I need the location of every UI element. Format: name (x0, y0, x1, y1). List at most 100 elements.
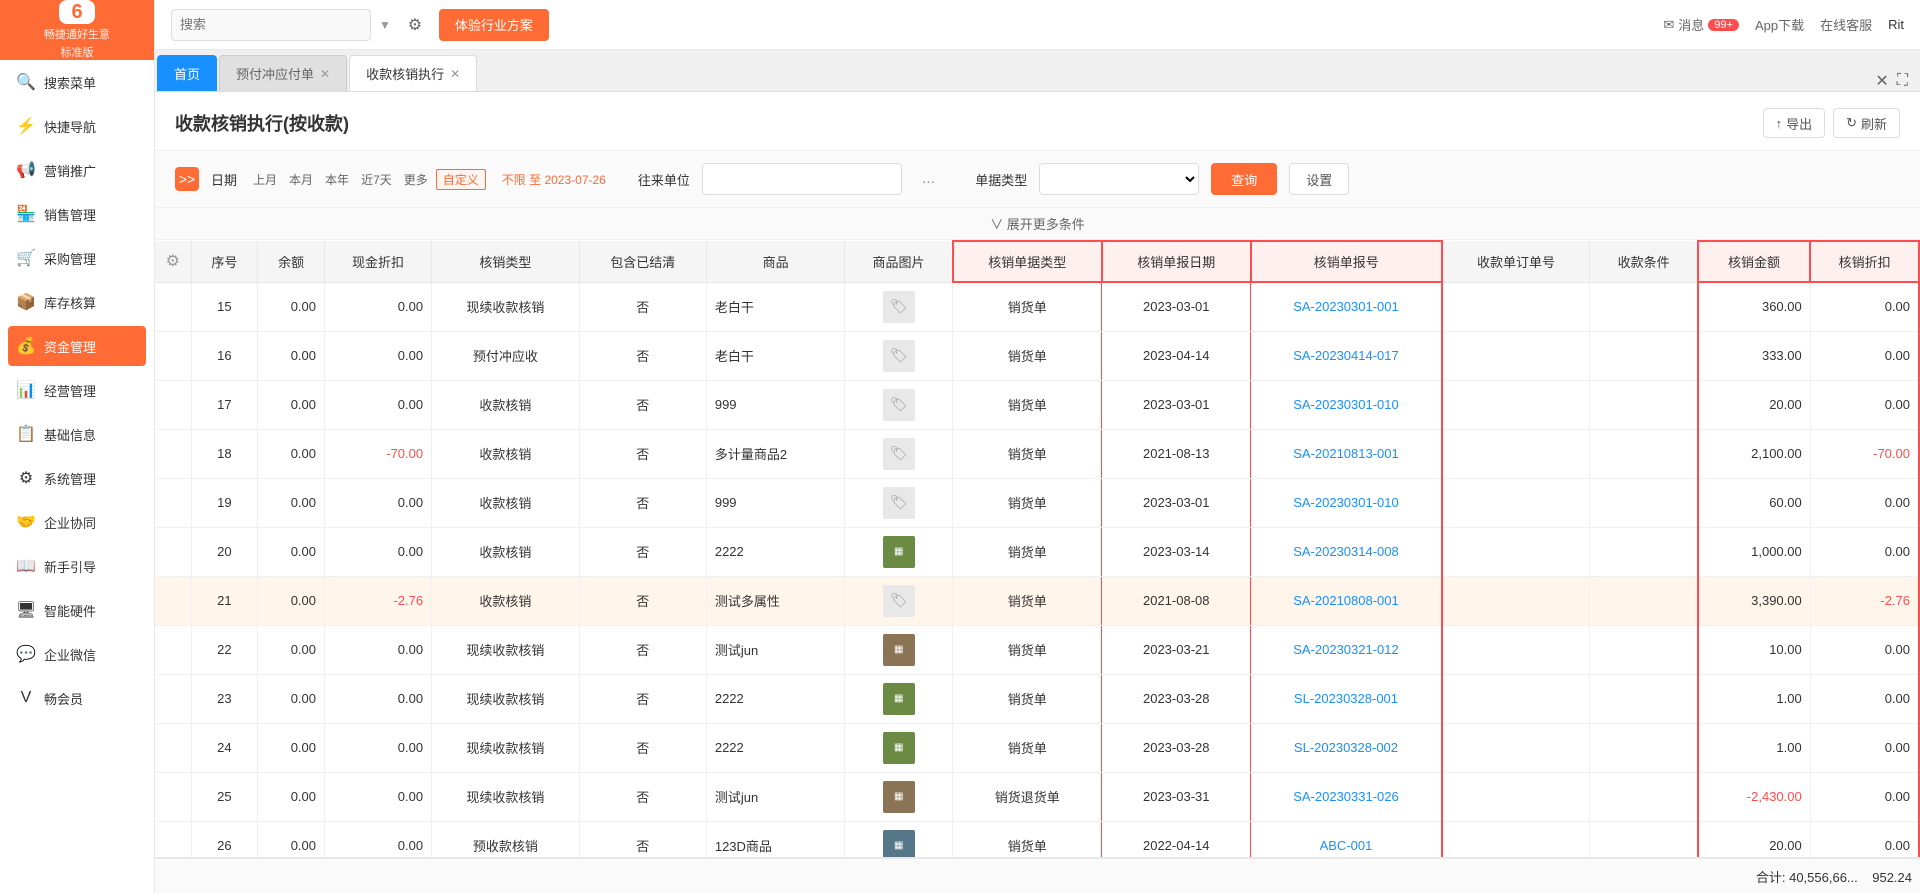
refresh-icon: ↻ (1846, 115, 1857, 131)
tab-collect-close[interactable]: ✕ (450, 67, 460, 81)
tab-close-all-btn[interactable]: ✕ (1875, 71, 1888, 91)
sidebar-item-marketing[interactable]: 📢 营销推广 (0, 148, 154, 192)
row-cash-discount: 0.00 (325, 674, 432, 723)
row-cancel-bill-no[interactable]: SL-20230328-002 (1251, 723, 1442, 772)
row-cancel-bill-no[interactable]: SA-20210808-001 (1251, 576, 1442, 625)
tab-collect[interactable]: 收款核销执行 ✕ (349, 55, 477, 91)
tab-prepay-close[interactable]: ✕ (320, 67, 330, 81)
app-download-btn[interactable]: App下载 (1755, 15, 1804, 34)
filter-date-this-year[interactable]: 本年 (321, 169, 353, 190)
tab-home[interactable]: 首页 (157, 55, 217, 91)
cancel-bill-no-link[interactable]: ABC-001 (1320, 838, 1373, 853)
export-btn[interactable]: ↑ 导出 (1763, 108, 1826, 138)
col-settings-header[interactable]: ⚙ (155, 241, 191, 282)
filter-date-range-display: 不限 至 2023-07-26 (498, 171, 606, 188)
expand-conditions-btn[interactable]: ∨ 展开更多条件 (990, 214, 1085, 233)
sidebar-item-wechat[interactable]: 💬 企业微信 (0, 632, 154, 676)
row-balance: 0.00 (258, 527, 325, 576)
filter-from-unit-input[interactable] (702, 163, 902, 195)
topbar-search-input[interactable] (171, 9, 371, 41)
table-container[interactable]: ⚙ 序号 余额 现金折扣 核销类型 包含已结清 商品 商品图片 核销单据类型 核… (155, 240, 1920, 857)
sidebar-item-quicknav[interactable]: ⚡ 快捷导航 (0, 104, 154, 148)
goods-img-placeholder: 🏷 (883, 291, 915, 323)
row-cancel-bill-no[interactable]: SA-20210813-001 (1251, 429, 1442, 478)
goods-img: ▦ (883, 536, 915, 568)
row-cancel-bill-no[interactable]: SA-20230301-010 (1251, 478, 1442, 527)
sidebar-item-hardware[interactable]: 🖥 智能硬件 (0, 588, 154, 632)
filter-receipt-type-select[interactable] (1039, 163, 1199, 195)
row-seq: 25 (191, 772, 258, 821)
row-cancel-bill-type: 销货单 (953, 380, 1102, 429)
row-cancel-bill-type: 销货单 (953, 429, 1102, 478)
row-goods-img: ▦ (845, 527, 953, 576)
filter-date-last-month[interactable]: 上月 (249, 169, 281, 190)
cancel-bill-no-link[interactable]: SA-20230414-017 (1293, 348, 1399, 363)
sidebar-item-enterprise[interactable]: 🤝 企业协同 (0, 500, 154, 544)
cancel-bill-no-link[interactable]: SA-20230301-010 (1293, 495, 1399, 510)
cancel-bill-no-link[interactable]: SA-20230331-026 (1293, 789, 1399, 804)
cancel-bill-no-link[interactable]: SA-20210813-001 (1293, 446, 1399, 461)
sidebar-item-system[interactable]: ⚙ 系统管理 (0, 456, 154, 500)
footer-total-amount: 合计: 40,556,66... (1756, 870, 1862, 885)
table-row: 17 0.00 0.00 收款核销 否 999 🏷 销货单 2023-03-01… (155, 380, 1919, 429)
row-cancel-bill-no[interactable]: SA-20230321-012 (1251, 625, 1442, 674)
row-cash-discount: 0.00 (325, 380, 432, 429)
query-btn[interactable]: 查询 (1211, 163, 1277, 195)
sidebar-label-marketing: 营销推广 (44, 161, 96, 180)
row-receipt-cond (1590, 674, 1698, 723)
row-cancel-bill-no[interactable]: SA-20230301-001 (1251, 282, 1442, 331)
cancel-bill-no-link[interactable]: SA-20210808-001 (1293, 593, 1399, 608)
tabs-bar: 首页 预付冲应付单 ✕ 收款核销执行 ✕ ✕ ⛶ (155, 50, 1920, 92)
filter-date-custom[interactable]: 自定义 (436, 169, 486, 190)
sidebar-item-guide[interactable]: 📖 新手引导 (0, 544, 154, 588)
cancel-bill-no-link[interactable]: SA-20230321-012 (1293, 642, 1399, 657)
sidebar-item-member[interactable]: V 畅会员 (0, 676, 154, 720)
row-cancel-bill-no[interactable]: ABC-001 (1251, 821, 1442, 857)
sidebar-item-basic[interactable]: 📋 基础信息 (0, 412, 154, 456)
sidebar-item-finance[interactable]: 💰 资金管理 (8, 326, 146, 366)
sidebar-item-operation[interactable]: 📊 经营管理 (0, 368, 154, 412)
sidebar-item-purchase[interactable]: 🛒 采购管理 (0, 236, 154, 280)
online-service-btn[interactable]: 在线客服 (1820, 15, 1872, 34)
cancel-bill-no-link[interactable]: SA-20230301-001 (1293, 299, 1399, 314)
filter-date-more[interactable]: 更多 (400, 169, 432, 190)
footer-totals: 合计: 40,556,66... 952.24 (1756, 867, 1912, 886)
cancel-bill-no-link[interactable]: SL-20230328-002 (1294, 740, 1398, 755)
col-balance-header: 余额 (258, 241, 325, 282)
row-settings (155, 282, 191, 331)
refresh-btn[interactable]: ↻ 刷新 (1833, 108, 1900, 138)
row-cancel-amount: 2,100.00 (1698, 429, 1810, 478)
row-cancel-bill-no[interactable]: SA-20230331-026 (1251, 772, 1442, 821)
row-settings (155, 380, 191, 429)
row-include-cleared: 否 (579, 723, 706, 772)
row-cancel-bill-no[interactable]: SA-20230314-008 (1251, 527, 1442, 576)
row-cancel-bill-no[interactable]: SA-20230414-017 (1251, 331, 1442, 380)
app-edition: 标准版 (61, 44, 94, 60)
sidebar-icon-inventory: 📦 (16, 292, 36, 312)
sidebar-icon-basic: 📋 (16, 424, 36, 444)
sidebar-item-sales[interactable]: 🏪 销售管理 (0, 192, 154, 236)
tab-prepay[interactable]: 预付冲应付单 ✕ (219, 55, 347, 91)
sidebar-icon-finance: 💰 (16, 336, 36, 356)
filter-date-this-month[interactable]: 本月 (285, 169, 317, 190)
filter-expand-btn[interactable]: >> (175, 167, 199, 191)
sidebar-label-enterprise: 企业协同 (44, 513, 96, 532)
topbar-settings-btn[interactable]: ⚙ (399, 9, 431, 41)
settings-btn[interactable]: 设置 (1289, 163, 1349, 195)
cancel-bill-no-link[interactable]: SL-20230328-001 (1294, 691, 1398, 706)
col-cash-discount-header: 现金折扣 (325, 241, 432, 282)
cancel-bill-no-link[interactable]: SA-20230314-008 (1293, 544, 1399, 559)
row-cancel-bill-no[interactable]: SL-20230328-001 (1251, 674, 1442, 723)
sidebar-item-inventory[interactable]: 📦 库存核算 (0, 280, 154, 324)
tab-expand-btn[interactable]: ⛶ (1897, 72, 1908, 90)
trial-btn[interactable]: 体验行业方案 (439, 9, 549, 41)
message-btn[interactable]: ✉ 消息 99+ (1663, 15, 1739, 34)
row-receipt-order-no (1442, 625, 1590, 674)
col-gear-icon: ⚙ (166, 253, 180, 270)
cancel-bill-no-link[interactable]: SA-20230301-010 (1293, 397, 1399, 412)
row-balance: 0.00 (258, 723, 325, 772)
sidebar-item-search[interactable]: 🔍 搜索菜单 (0, 60, 154, 104)
row-cancel-bill-no[interactable]: SA-20230301-010 (1251, 380, 1442, 429)
user-name: Rit (1888, 17, 1904, 32)
filter-date-7days[interactable]: 近7天 (357, 169, 396, 190)
